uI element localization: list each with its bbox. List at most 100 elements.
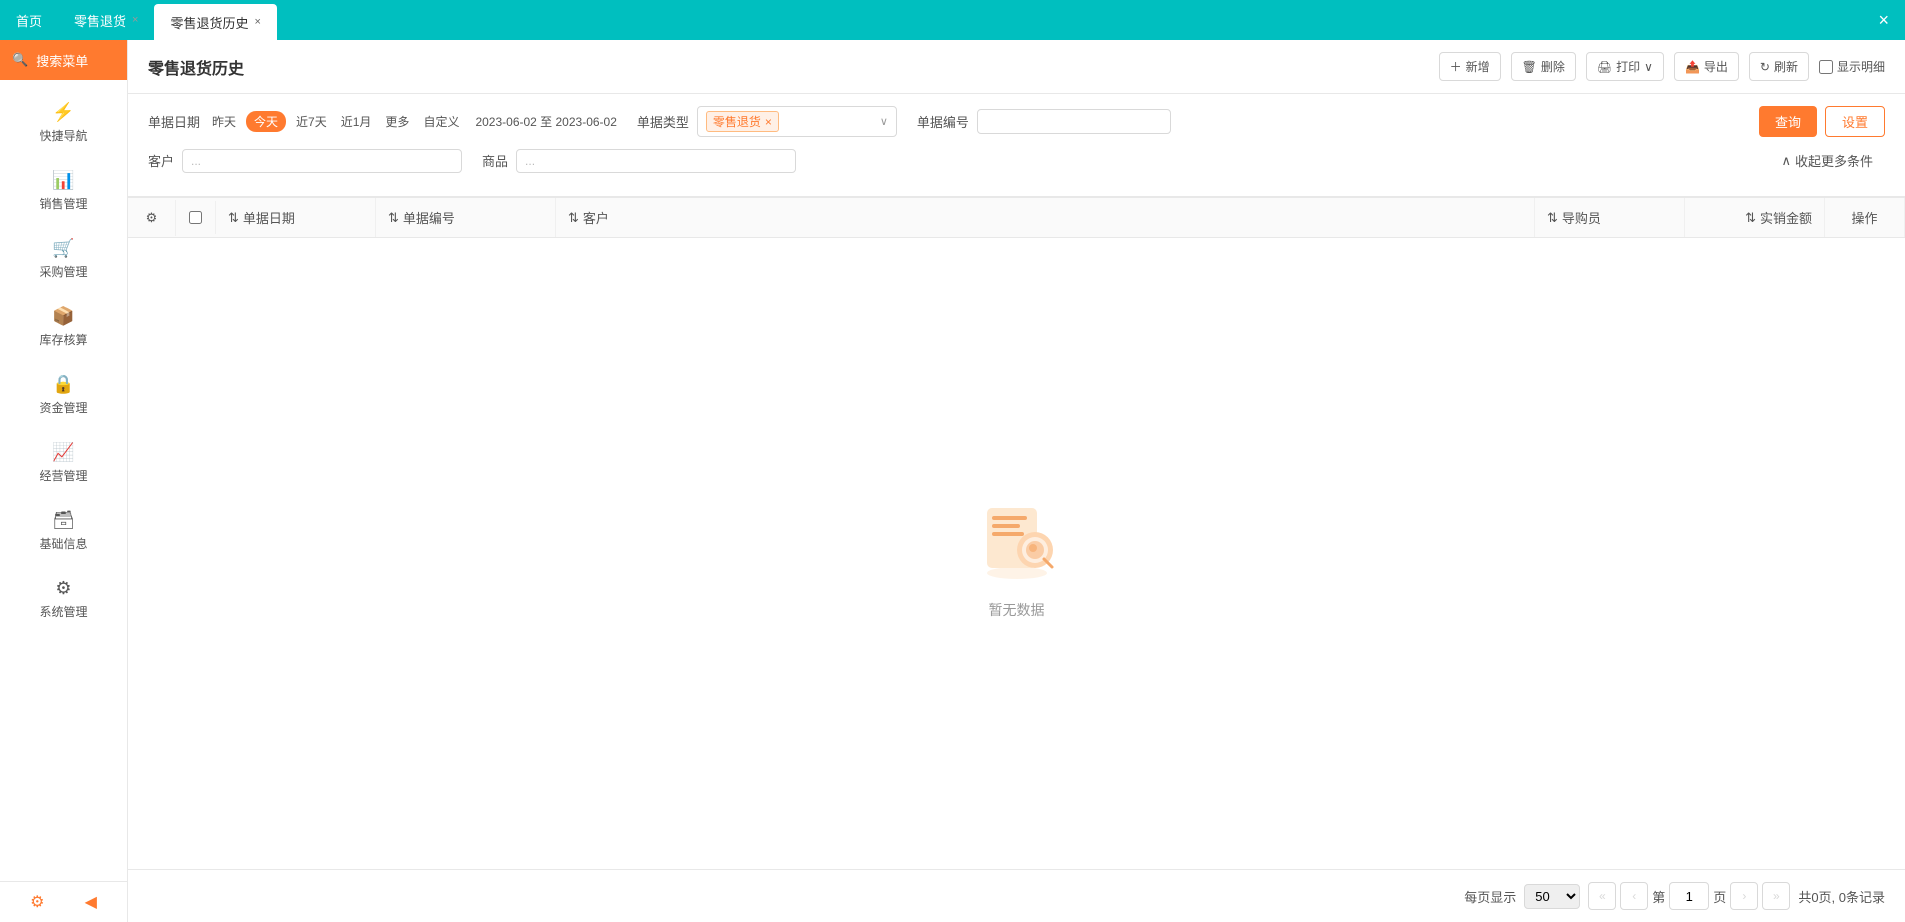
purchase-icon: 🛒 [52,238,74,259]
empty-state: 暂无数据 [967,488,1067,620]
export-button[interactable]: 📤 导出 [1674,52,1739,81]
collapse-label: 收起更多条件 [1795,151,1873,170]
window-close-icon[interactable]: × [1878,10,1889,31]
col-docno-sort-icon[interactable]: ⇅ [388,210,399,226]
col-guide: ⇅ 导购员 [1535,198,1685,237]
date-opt-today[interactable]: 今天 [246,111,286,132]
delete-button[interactable]: 🗑 删除 [1511,52,1576,81]
show-detail-checkbox[interactable] [1819,60,1833,74]
date-opt-yesterday[interactable]: 昨天 [208,111,240,132]
delete-label: 删除 [1541,58,1565,75]
page-number-input[interactable] [1669,882,1709,910]
tab-retail-return[interactable]: 零售退货 × [58,0,154,40]
filter-row-2: 客户 ... 商品 ... ∧ 收起更多条件 [148,147,1885,174]
show-detail-label: 显示明细 [1819,58,1885,75]
sidebar-search[interactable]: 🔍 搜索菜单 [0,40,127,80]
filter-customer-item: 客户 ... [148,149,462,173]
filter-doctype-tag-close[interactable]: × [765,115,772,129]
filter-docno-label: 单据编号 [917,112,969,131]
sidebar-item-operations[interactable]: 📈 经营管理 [6,430,121,496]
sidebar-item-sales-mgmt[interactable]: 📊 销售管理 [6,158,121,224]
sidebar-item-purchase-label: 采购管理 [39,263,87,280]
sidebar-item-sys-mgmt[interactable]: ⚙ 系统管理 [6,566,121,632]
page-size-select[interactable]: 50 100 200 [1524,884,1580,909]
add-label: 新增 [1466,58,1490,75]
filter-doctype-tag-text: 零售退货 [713,113,761,130]
setting-button[interactable]: 设置 [1825,106,1885,137]
sidebar-item-quick-nav[interactable]: ⚡ 快捷导航 [6,90,121,156]
sidebar-item-operations-label: 经营管理 [39,467,87,484]
filter-docno-item: 单据编号 [917,109,1171,134]
sidebar-item-inventory[interactable]: 📦 库存核算 [6,294,121,360]
prev-page-btn[interactable]: ‹ [1620,882,1648,910]
col-checkbox[interactable] [176,201,216,234]
add-button[interactable]: ＋ 新增 [1439,52,1501,81]
col-customer-sort-icon[interactable]: ⇅ [568,210,579,226]
query-button[interactable]: 查询 [1759,106,1817,137]
collapse-sidebar-icon[interactable]: ◀ [85,892,97,912]
col-docno: ⇅ 单据编号 [376,198,556,237]
date-opt-more[interactable]: 更多 [381,111,413,132]
tab-retail-return-history-label: 零售退货历史 [170,13,248,32]
tab-home[interactable]: 首页 [0,0,58,40]
sidebar-item-quick-nav-label: 快捷导航 [39,127,87,144]
inventory-icon: 📦 [52,306,74,327]
finance-icon: 🔒 [52,374,74,395]
date-opt-1month[interactable]: 近1月 [337,111,376,132]
tab-retail-return-history-close[interactable]: × [254,16,260,28]
filter-docno-input[interactable] [977,109,1171,134]
settings-bottom-icon[interactable]: ⚙ [30,892,44,912]
empty-text: 暂无数据 [989,600,1045,620]
settings-col-icon: ⚙ [146,210,158,226]
filter-row-1: 单据日期 昨天 今天 近7天 近1月 更多 自定义 2023-06-02 至 2… [148,106,1885,137]
col-guide-sort-icon[interactable]: ⇅ [1547,210,1558,226]
tab-retail-return-close[interactable]: × [132,14,138,26]
date-opt-7days[interactable]: 近7天 [292,111,331,132]
col-amount-label: 实销金额 [1760,208,1812,227]
sidebar-search-label: 搜索菜单 [36,51,88,70]
top-bar-right: × [1878,10,1905,31]
col-date-sort-icon[interactable]: ⇅ [228,210,239,226]
sales-icon: 📊 [52,170,74,191]
date-range-display: 2023-06-02 至 2023-06-02 [475,113,616,130]
select-all-checkbox[interactable] [189,211,202,224]
filter-customer-select[interactable]: ... [182,149,462,173]
filter-date-item: 单据日期 昨天 今天 近7天 近1月 更多 自定义 2023-06-02 至 2… [148,111,617,132]
sidebar-item-inventory-label: 库存核算 [39,331,87,348]
refresh-icon: ↻ [1760,60,1770,74]
page-title: 零售退货历史 [148,55,244,79]
sidebar-item-finance[interactable]: 🔒 资金管理 [6,362,121,428]
print-button[interactable]: 🖨 打印 ∨ [1586,52,1664,81]
top-bar: 首页 零售退货 × 零售退货历史 × × [0,0,1905,40]
filter-goods-select[interactable]: ... [516,149,796,173]
col-amount-sort-icon[interactable]: ⇅ [1745,210,1756,226]
col-ops-label: 操作 [1851,208,1877,227]
col-settings[interactable]: ⚙ [128,200,176,236]
filter-collapse-btn[interactable]: ∧ 收起更多条件 [1769,147,1885,174]
col-docno-label: 单据编号 [403,208,455,227]
print-arrow-icon: ∨ [1644,60,1653,74]
collapse-icon: ∧ [1781,153,1791,169]
refresh-button[interactable]: ↻ 刷新 [1749,52,1809,81]
first-page-btn[interactable]: « [1588,882,1616,910]
sidebar: 🔍 搜索菜单 ⚡ 快捷导航 📊 销售管理 🛒 采购管理 📦 库存核算 🔒 [0,40,128,922]
next-page-btn[interactable]: › [1730,882,1758,910]
page-unit: 页 [1713,887,1726,906]
sidebar-item-purchase-mgmt[interactable]: 🛒 采购管理 [6,226,121,292]
last-page-btn[interactable]: » [1762,882,1790,910]
content-area: 零售退货历史 ＋ 新增 🗑 删除 🖨 打印 ∨ 📤 导出 [128,40,1905,922]
col-ops: 操作 [1825,198,1905,237]
sidebar-item-sys-mgmt-label: 系统管理 [39,603,87,620]
tab-retail-return-history[interactable]: 零售退货历史 × [154,4,276,40]
tab-retail-return-label: 零售退货 [74,11,126,30]
page-header: 零售退货历史 ＋ 新增 🗑 删除 🖨 打印 ∨ 📤 导出 [128,40,1905,94]
page-nav: « ‹ 第 页 › » [1588,882,1790,910]
export-icon: 📤 [1685,60,1700,74]
tab-home-label: 首页 [16,11,42,30]
col-customer: ⇅ 客户 [556,198,1535,237]
date-opt-custom[interactable]: 自定义 [419,111,463,132]
filter-doctype-select[interactable]: 零售退货 × ∨ [697,106,897,137]
filter-customer-label: 客户 [148,151,174,170]
refresh-label: 刷新 [1774,58,1798,75]
sidebar-item-base-info[interactable]: 🗃 基础信息 [6,498,121,564]
